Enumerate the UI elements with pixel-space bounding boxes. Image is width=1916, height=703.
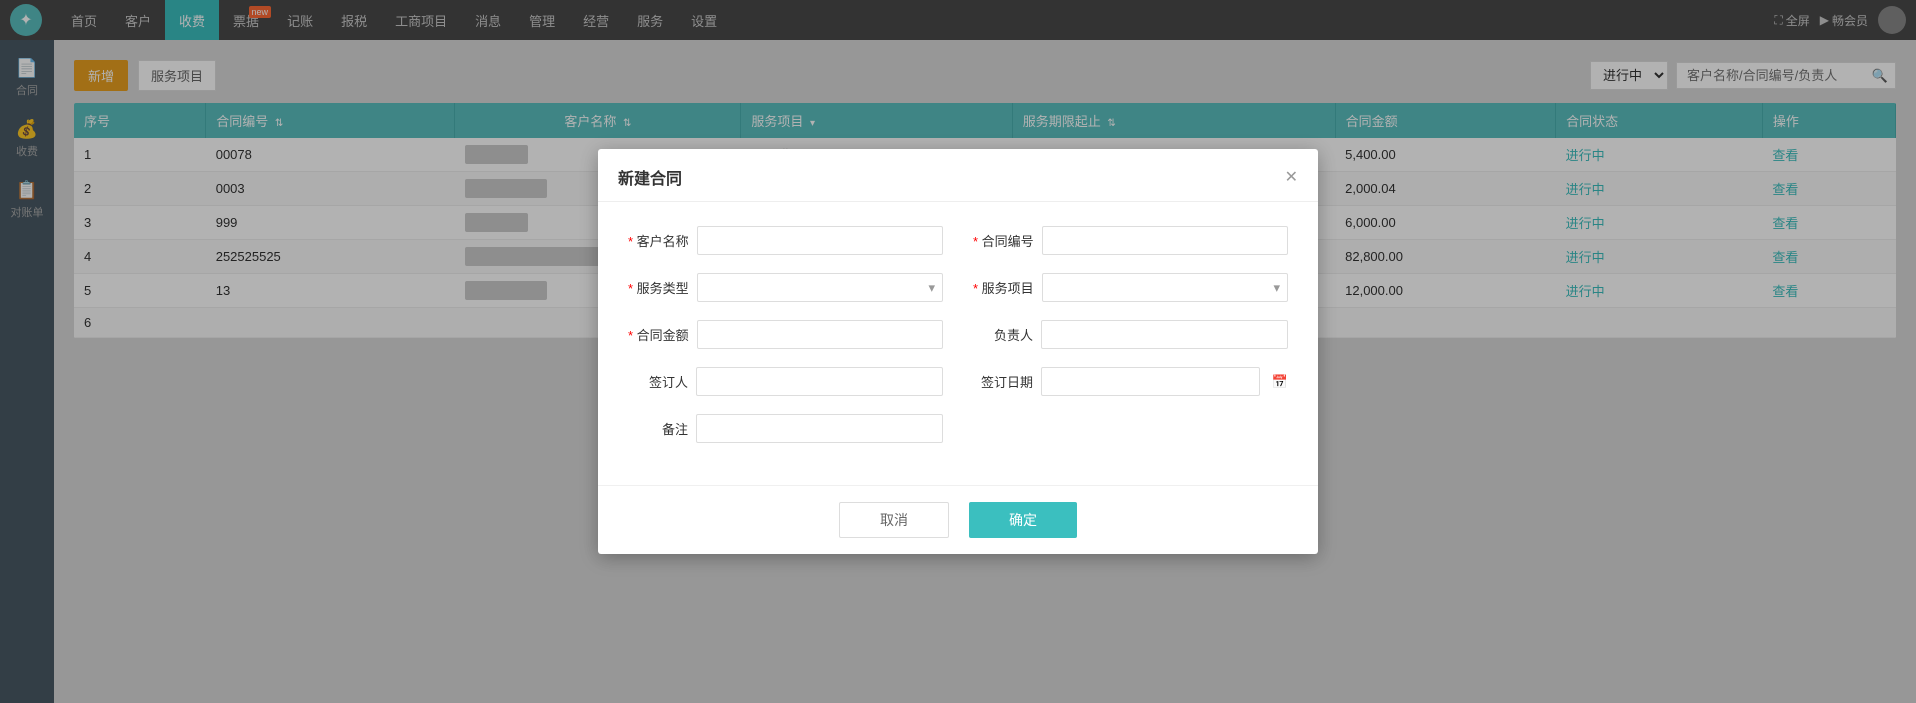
form-row-5: 备注 xyxy=(628,414,1288,443)
form-row-2: 服务类型 服务项目 xyxy=(628,273,1288,302)
service-item-select-wrap xyxy=(1042,273,1288,302)
signer-label: 签订人 xyxy=(628,372,688,391)
contract-no-label: 合同编号 xyxy=(973,231,1034,250)
contract-amount-label: 合同金额 xyxy=(628,325,689,344)
customer-name-field: 客户名称 xyxy=(628,226,943,255)
remark-field: 备注 xyxy=(628,414,943,443)
service-type-field: 服务类型 xyxy=(628,273,943,302)
contract-amount-input[interactable]: 0.00 xyxy=(697,320,943,349)
close-icon[interactable]: ✕ xyxy=(1285,167,1298,187)
cancel-button[interactable]: 取消 xyxy=(839,502,949,538)
service-item-select[interactable] xyxy=(1042,273,1288,302)
responsible-person-label: 负责人 xyxy=(973,325,1033,344)
modal-overlay[interactable]: 新建合同 ✕ 客户名称 合同编号 服务类型 xyxy=(0,0,1916,703)
dialog-footer: 取消 确定 xyxy=(598,485,1318,554)
service-item-label: 服务项目 xyxy=(973,278,1034,297)
confirm-button[interactable]: 确定 xyxy=(969,502,1077,538)
form-row-4: 签订人 签订日期 2023-06-06 📅 xyxy=(628,367,1288,396)
sign-date-input[interactable]: 2023-06-06 xyxy=(1041,367,1260,396)
responsible-person-field: 负责人 xyxy=(973,320,1288,349)
contract-no-field: 合同编号 xyxy=(973,226,1288,255)
customer-name-label: 客户名称 xyxy=(628,231,689,250)
service-type-select[interactable] xyxy=(697,273,943,302)
contract-no-input[interactable] xyxy=(1042,226,1288,255)
service-type-select-wrap xyxy=(697,273,943,302)
calendar-icon[interactable]: 📅 xyxy=(1272,374,1288,390)
sign-date-label: 签订日期 xyxy=(973,372,1033,391)
dialog-title: 新建合同 xyxy=(618,165,682,189)
contract-amount-field: 合同金额 0.00 xyxy=(628,320,943,349)
customer-name-input[interactable] xyxy=(697,226,943,255)
service-type-label: 服务类型 xyxy=(628,278,689,297)
responsible-person-input[interactable] xyxy=(1041,320,1288,349)
new-contract-dialog: 新建合同 ✕ 客户名称 合同编号 服务类型 xyxy=(598,149,1318,554)
dialog-body: 客户名称 合同编号 服务类型 服务项目 xyxy=(598,202,1318,485)
remark-label: 备注 xyxy=(628,419,688,438)
dialog-header: 新建合同 ✕ xyxy=(598,149,1318,202)
remark-input[interactable] xyxy=(696,414,943,443)
service-item-field: 服务项目 xyxy=(973,273,1288,302)
form-row-1: 客户名称 合同编号 xyxy=(628,226,1288,255)
signer-input[interactable] xyxy=(696,367,943,396)
signer-field: 签订人 xyxy=(628,367,943,396)
form-row-3: 合同金额 0.00 负责人 xyxy=(628,320,1288,349)
sign-date-field: 签订日期 2023-06-06 📅 xyxy=(973,367,1288,396)
